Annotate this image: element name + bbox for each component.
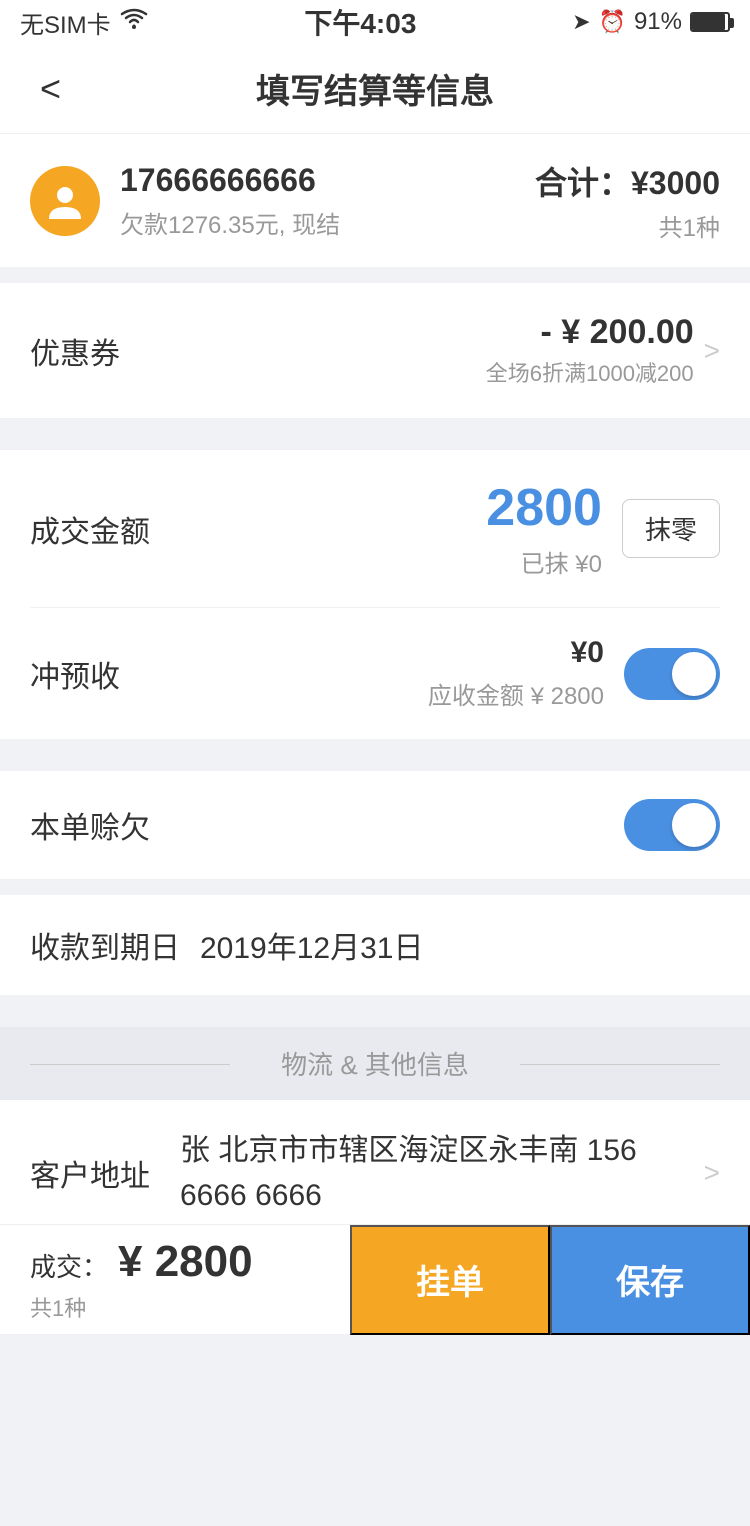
due-date-value: 2019年12月31日 bbox=[200, 923, 423, 967]
bottom-bar: 成交： ¥ 2800 共1种 挂单 保存 bbox=[0, 1224, 750, 1334]
user-info: 17666666666 欠款1276.35元, 现结 bbox=[120, 162, 340, 240]
coupon-right: - ¥ 200.00 全场6折满1000减200 > bbox=[486, 313, 720, 388]
bottom-transaction-amount: ¥ 2800 bbox=[118, 1237, 253, 1287]
deferred-toggle[interactable] bbox=[624, 799, 720, 851]
avatar bbox=[30, 166, 100, 236]
alarm-icon: ⏰ bbox=[599, 9, 626, 35]
logistics-label-text: 物流 & 其他信息 bbox=[281, 1050, 469, 1080]
due-date-label: 收款到期日 bbox=[30, 923, 180, 967]
user-left: 17666666666 欠款1276.35元, 现结 bbox=[30, 162, 340, 240]
amount-section: 成交金额 2800 已抹 ¥0 抹零 冲预收 ¥0 应收金额 ¥ 2800 bbox=[0, 450, 750, 739]
deferred-section: 本单赊欠 bbox=[0, 771, 750, 879]
bottom-transaction-label: 成交： bbox=[30, 1247, 108, 1284]
user-total: 合计：¥3000 共1种 bbox=[535, 158, 720, 243]
prepay-label: 冲预收 bbox=[30, 652, 120, 696]
total-count: 共1种 bbox=[535, 208, 720, 243]
transaction-amount-row: 成交金额 2800 已抹 ¥0 抹零 bbox=[30, 450, 720, 608]
bottom-transaction: 成交： ¥ 2800 bbox=[30, 1237, 320, 1287]
total-amount: 合计：¥3000 bbox=[535, 158, 720, 204]
battery-fill bbox=[692, 14, 725, 30]
due-date-row: 收款到期日 2019年12月31日 bbox=[0, 895, 750, 995]
back-button[interactable]: < bbox=[30, 58, 71, 120]
receivable-amount: 应收金额 ¥ 2800 bbox=[428, 676, 604, 711]
bottom-info: 成交： ¥ 2800 共1种 bbox=[0, 1237, 350, 1323]
battery-percent: 91% bbox=[634, 8, 682, 36]
section-separator bbox=[0, 434, 750, 450]
page-title: 填写结算等信息 bbox=[256, 64, 494, 113]
wifi-icon bbox=[119, 8, 149, 37]
prepay-amount: ¥0 bbox=[428, 636, 604, 670]
coupon-chevron-icon: > bbox=[704, 335, 720, 367]
address-content: 张 北京市市辖区海淀区永丰南 156 6666 6666 bbox=[180, 1128, 704, 1218]
battery-icon bbox=[690, 12, 730, 32]
logistics-section-label: 物流 & 其他信息 bbox=[0, 1027, 750, 1100]
location-icon: ➤ bbox=[572, 9, 590, 35]
amount-value: 2800 bbox=[486, 478, 602, 538]
toggle-knob bbox=[672, 652, 716, 696]
deferred-toggle-knob bbox=[672, 803, 716, 847]
coupon-value: - ¥ 200.00 全场6折满1000减200 bbox=[486, 313, 694, 388]
prepay-amount-wrap: ¥0 应收金额 ¥ 2800 bbox=[428, 636, 604, 711]
status-left: 无SIM卡 bbox=[20, 5, 149, 40]
status-time: 下午4:03 bbox=[304, 2, 416, 42]
prepay-toggle[interactable] bbox=[624, 648, 720, 700]
round-off-button[interactable]: 抹零 bbox=[622, 499, 720, 558]
section-separator-2 bbox=[0, 755, 750, 771]
coupon-amount: - ¥ 200.00 bbox=[486, 313, 694, 352]
user-card: 17666666666 欠款1276.35元, 现结 合计：¥3000 共1种 bbox=[0, 134, 750, 267]
user-debt: 欠款1276.35元, 现结 bbox=[120, 205, 340, 240]
already-rounded: 已抹 ¥0 bbox=[486, 544, 602, 579]
amount-right: 2800 已抹 ¥0 抹零 bbox=[486, 478, 720, 579]
user-phone: 17666666666 bbox=[120, 162, 340, 199]
status-bar: 无SIM卡 下午4:03 ➤ ⏰ 91% bbox=[0, 0, 750, 44]
amount-value-wrap: 2800 已抹 ¥0 bbox=[486, 478, 602, 579]
hold-order-button[interactable]: 挂单 bbox=[350, 1225, 550, 1335]
address-label: 客户地址 bbox=[30, 1151, 150, 1195]
deferred-label: 本单赊欠 bbox=[30, 803, 150, 847]
save-button[interactable]: 保存 bbox=[550, 1225, 750, 1335]
coupon-desc: 全场6折满1000减200 bbox=[486, 356, 694, 388]
address-chevron-icon: > bbox=[704, 1157, 720, 1189]
header: < 填写结算等信息 bbox=[0, 44, 750, 134]
prepay-row: 冲预收 ¥0 应收金额 ¥ 2800 bbox=[30, 608, 720, 739]
section-separator-3 bbox=[0, 1011, 750, 1027]
sim-status: 无SIM卡 bbox=[20, 5, 111, 40]
prepay-right: ¥0 应收金额 ¥ 2800 bbox=[428, 636, 720, 711]
status-right: ➤ ⏰ 91% bbox=[572, 8, 730, 36]
transaction-amount-label: 成交金额 bbox=[30, 507, 150, 551]
coupon-label: 优惠券 bbox=[30, 329, 120, 373]
coupon-row[interactable]: 优惠券 - ¥ 200.00 全场6折满1000减200 > bbox=[0, 283, 750, 418]
bottom-count: 共1种 bbox=[30, 1291, 320, 1323]
